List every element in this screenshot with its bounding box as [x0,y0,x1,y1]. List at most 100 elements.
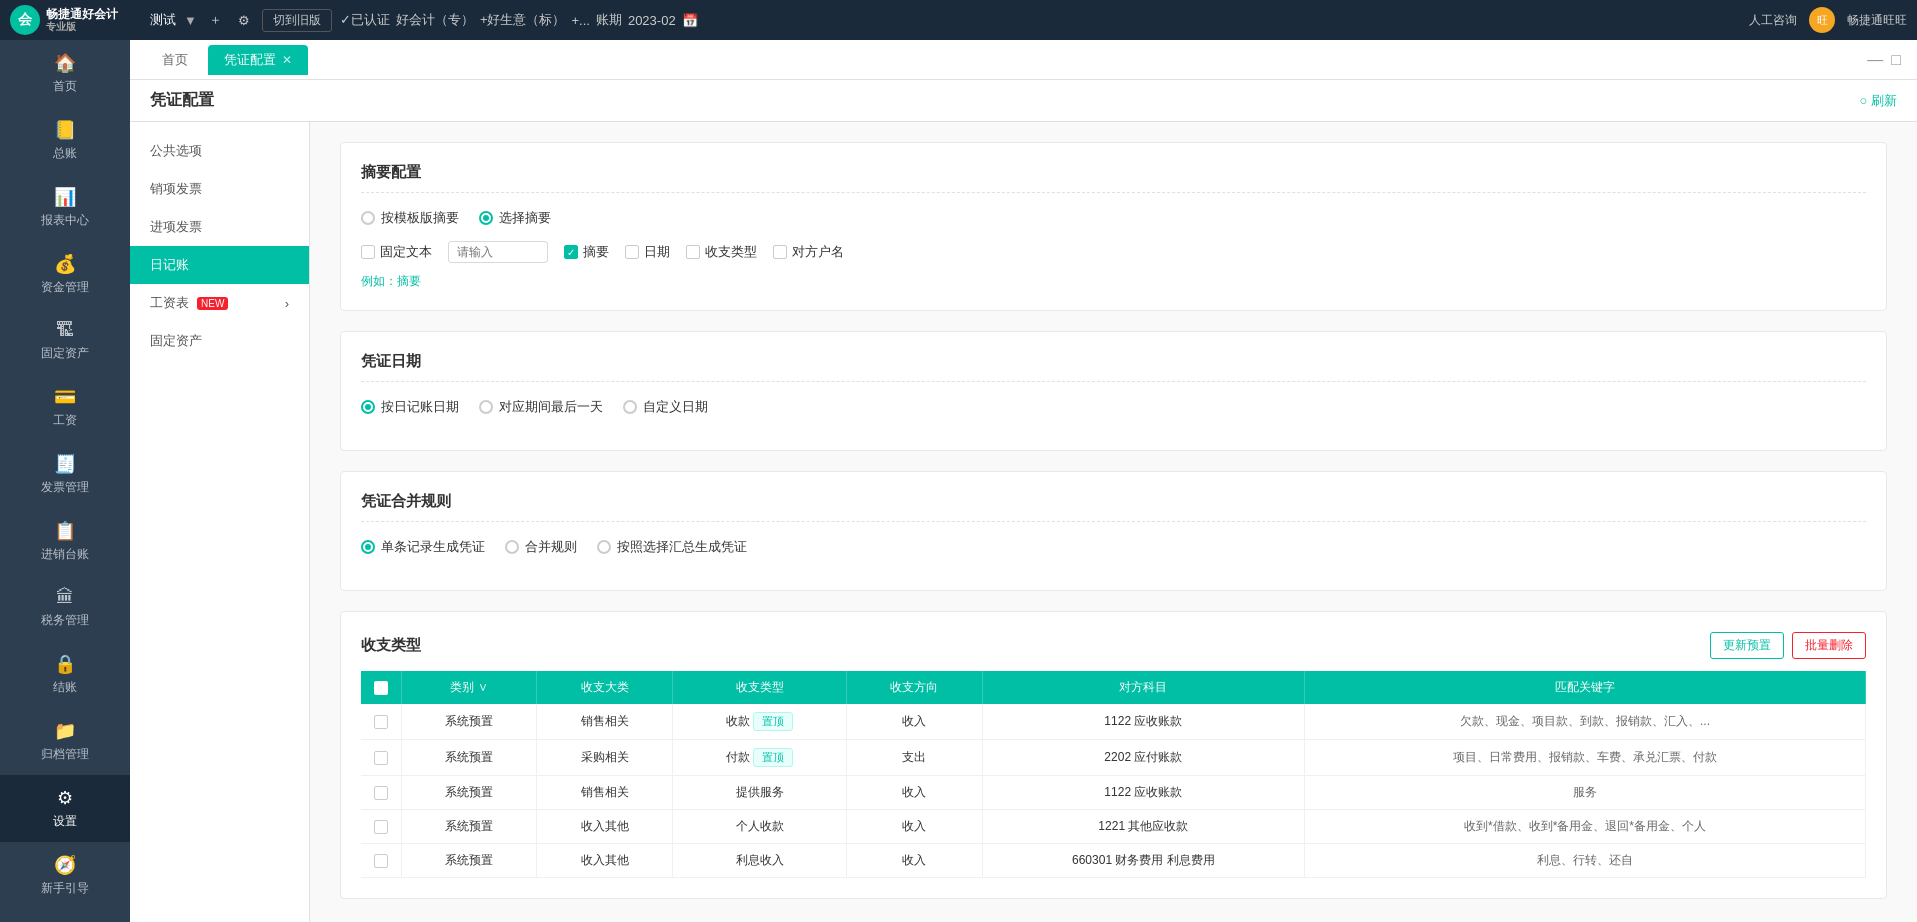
sidebar-item-invoice[interactable]: 🧾 发票管理 [0,441,130,508]
sidebar-item-label: 首页 [53,78,77,95]
cell-contra-account: 1122 应收账款 [982,776,1304,810]
new-badge: NEW [197,297,228,310]
left-nav-purchase-invoice[interactable]: 进项发票 [130,208,309,246]
radio-period-last-circle [479,400,493,414]
sidebar-item-asset[interactable]: 🏗 固定资产 [0,308,130,374]
checkbox-counterpart[interactable]: 对方户名 [773,243,844,261]
cell-checkbox[interactable] [361,740,401,776]
logo-text: 畅捷通好会计 [46,7,118,21]
sidebar-item-label: 发票管理 [41,479,89,496]
settings-icon[interactable]: ⚙ [234,9,254,32]
type-tag[interactable]: 置顶 [753,748,793,767]
tab-bar-actions: — □ [1867,51,1901,69]
cell-category: 系统预置 [401,810,537,844]
header-right: 人工咨询 旺 畅捷通旺旺 [1749,7,1907,33]
table-actions: 更新预置 批量删除 [1710,632,1866,659]
sidebar-item-archive[interactable]: 📁 归档管理 [0,708,130,775]
cell-checkbox[interactable] [361,776,401,810]
summary-section-title: 摘要配置 [361,163,1866,193]
fixed-text-input[interactable] [448,241,548,263]
left-nav-payroll[interactable]: 工资表 NEW › [130,284,309,322]
sidebar-item-label: 新手引导 [41,880,89,897]
nav-dropdown-icon[interactable]: ▼ [184,13,197,28]
table-row: 系统预置 收入其他 个人收款 收入 1221 其他应收款 收到*借款、收到*备用… [361,810,1866,844]
sidebar-item-label: 总账 [53,145,77,162]
left-nav-public[interactable]: 公共选项 [130,132,309,170]
logo-area: 会 畅捷通好会计 专业版 [10,5,140,35]
income-expense-section: 收支类型 更新预置 批量删除 [340,611,1887,899]
payroll-chevron-icon: › [285,296,289,311]
summary-section: 摘要配置 按模板版摘要 选择摘要 [340,142,1887,311]
sidebar-item-salary[interactable]: 💳 工资 [0,374,130,441]
date-radio-custom[interactable]: 自定义日期 [623,398,708,416]
cell-type: 利息收入 [673,844,847,878]
checkbox-summary[interactable]: ✓ 摘要 [564,243,609,261]
left-nav-journal[interactable]: 日记账 [130,246,309,284]
cell-checkbox[interactable] [361,704,401,740]
update-reset-btn[interactable]: 更新预置 [1710,632,1784,659]
sidebar-item-purchase[interactable]: 📋 进销台账 [0,508,130,575]
type-tag[interactable]: 置顶 [753,712,793,731]
sidebar-item-label: 进销台账 [41,546,89,563]
sidebar-item-tax[interactable]: 🏛 税务管理 [0,575,130,641]
sidebar-item-ledger[interactable]: 📒 总账 [0,107,130,174]
left-nav-sales-invoice[interactable]: 销项发票 [130,170,309,208]
date-radio-journal[interactable]: 按日记账日期 [361,398,459,416]
sidebar-item-report[interactable]: 📊 报表中心 [0,174,130,241]
checkbox-payment-type[interactable]: 收支类型 [686,243,757,261]
sidebar-item-label: 税务管理 [41,612,89,629]
summary-radio-template[interactable]: 按模板版摘要 [361,209,459,227]
merge-radio-merge[interactable]: 合并规则 [505,538,577,556]
good-biz-tag: +好生意（标） [480,11,566,29]
tab-close-icon[interactable]: ✕ [282,53,292,67]
checkbox-date-box [625,245,639,259]
sidebar-item-fund[interactable]: 💰 资金管理 [0,241,130,308]
calendar-icon[interactable]: 📅 [682,13,698,28]
col-category: 类别 ∨ [401,671,537,704]
left-nav-fixed-asset[interactable]: 固定资产 [130,322,309,360]
cell-checkbox[interactable] [361,844,401,878]
table-row: 系统预置 采购相关 付款 置顶 支出 2202 应付账款 项目、日常费用、报销款… [361,740,1866,776]
cell-match-keyword: 欠款、现金、项目款、到款、报销款、汇入、... [1305,704,1866,740]
col-checkbox[interactable] [361,671,401,704]
sidebar-item-close[interactable]: 🔒 结账 [0,641,130,708]
checkbox-date[interactable]: 日期 [625,243,670,261]
voucher-date-title: 凭证日期 [361,352,1866,382]
merge-radio-summary[interactable]: 按照选择汇总生成凭证 [597,538,747,556]
tab-home[interactable]: 首页 [146,45,204,75]
add-icon[interactable]: ＋ [205,7,226,33]
sidebar-item-label: 工资 [53,412,77,429]
tab-maximize-btn[interactable]: □ [1891,51,1901,69]
header-nav: 测试 ▼ ＋ ⚙ 切到旧版 ✓已认证 好会计（专） +好生意（标） +... 账… [140,7,1749,33]
tax-icon: 🏛 [56,587,74,608]
summary-radio-select[interactable]: 选择摘要 [479,209,551,227]
tab-voucher-config[interactable]: 凭证配置 ✕ [208,45,308,75]
top-header: 会 畅捷通好会计 专业版 测试 ▼ ＋ ⚙ 切到旧版 ✓已认证 好会计（专） +… [0,0,1917,40]
left-nav: 公共选项 销项发票 进项发票 日记账 工资表 NEW [130,122,310,922]
cell-direction: 收入 [846,704,982,740]
cell-checkbox[interactable] [361,810,401,844]
checkbox-fixed-text[interactable]: 固定文本 [361,243,432,261]
avatar[interactable]: 旺 [1809,7,1835,33]
sidebar-item-guide[interactable]: 🧭 新手引导 [0,842,130,909]
help-label[interactable]: 人工咨询 [1749,12,1797,29]
cell-contra-account: 660301 财务费用 利息费用 [982,844,1304,878]
invoice-icon: 🧾 [54,453,76,475]
home-icon: 🏠 [54,52,76,74]
col-contra-account: 对方科目 [982,671,1304,704]
company-selector[interactable]: 测试 [150,11,176,29]
col-major-type: 收支大类 [537,671,673,704]
tab-minimize-btn[interactable]: — [1867,51,1883,69]
sidebar-item-member[interactable]: 👑 畅会员 [0,909,130,922]
salary-icon: 💳 [54,386,76,408]
merge-radio-single[interactable]: 单条记录生成凭证 [361,538,485,556]
sidebar-item-home[interactable]: 🏠 首页 [0,40,130,107]
asset-icon: 🏗 [56,320,74,341]
switch-old-btn[interactable]: 切到旧版 [262,9,332,32]
tab-bar: 首页 凭证配置 ✕ — □ [130,40,1917,80]
sidebar-item-settings[interactable]: ⚙ 设置 [0,775,130,842]
date-radio-period-last[interactable]: 对应期间最后一天 [479,398,603,416]
radio-merge-circle [505,540,519,554]
batch-delete-btn[interactable]: 批量删除 [1792,632,1866,659]
refresh-btn[interactable]: ○ 刷新 [1860,92,1897,110]
